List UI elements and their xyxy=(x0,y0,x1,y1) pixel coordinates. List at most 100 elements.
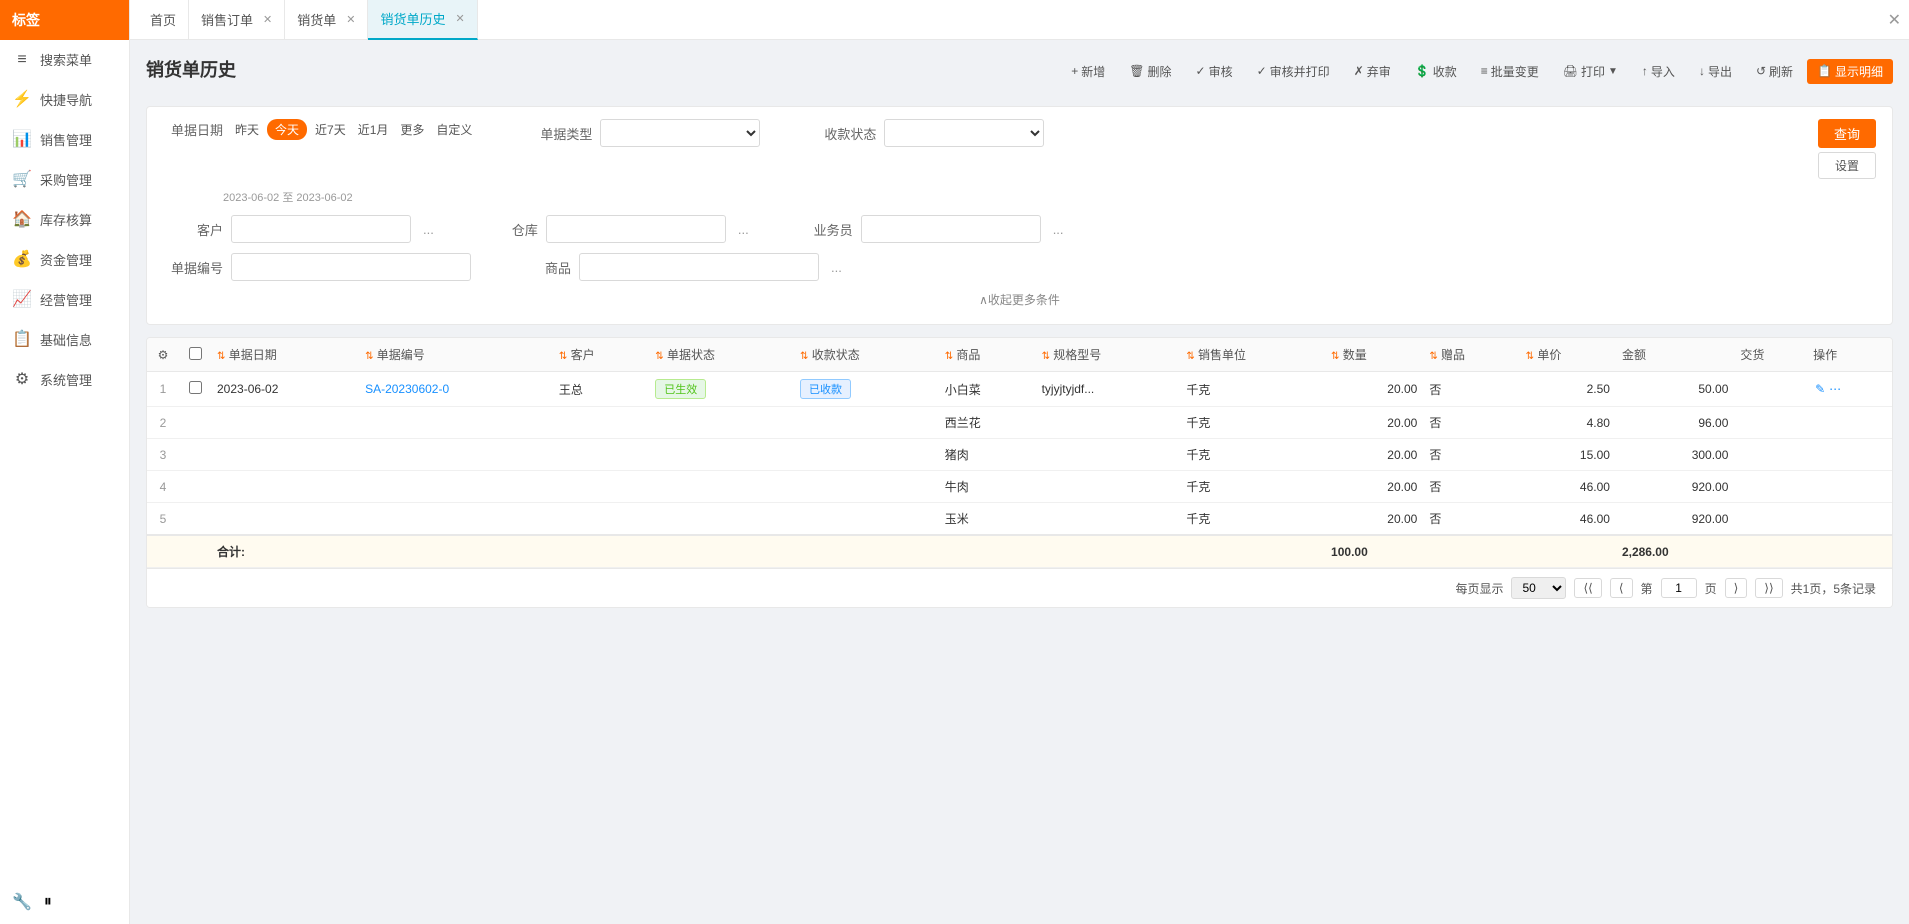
page-number-input[interactable] xyxy=(1661,578,1697,598)
sidebar-item-purchase-mgmt[interactable]: 🛒 采购管理 xyxy=(0,159,129,199)
sidebar-item-operations[interactable]: 📈 经营管理 xyxy=(0,279,129,319)
row-spec xyxy=(1036,407,1181,439)
filter-settings-button[interactable]: 设置 xyxy=(1818,152,1876,179)
sidebar-item-label: 系统管理 xyxy=(40,370,92,389)
row-doc-no: SA-20230602-0 xyxy=(359,372,553,407)
per-page-label: 每页显示 xyxy=(1455,580,1503,597)
sidebar-item-system-mgmt[interactable]: ⚙ 系统管理 xyxy=(0,359,129,399)
tab-home[interactable]: 首页 xyxy=(138,0,189,40)
warehouse-dots[interactable]: ... xyxy=(734,222,753,237)
sidebar-item-finance[interactable]: 💰 资金管理 xyxy=(0,239,129,279)
footer-row: 合计: 100.00 2,286.00 xyxy=(147,535,1892,568)
first-page-btn[interactable]: ⟨⟨ xyxy=(1574,578,1601,598)
import-button[interactable]: ↑ 导入 xyxy=(1632,59,1685,84)
col-settings[interactable]: ⚙ xyxy=(147,338,179,372)
sidebar-item-label: 快捷导航 xyxy=(40,90,92,109)
row-customer xyxy=(553,503,649,536)
row-doc-status xyxy=(649,503,794,536)
sort-icon: ⇅ xyxy=(1331,351,1339,362)
staff-label: 业务员 xyxy=(793,220,853,239)
table-row: 4 牛肉 千克 20.00 否 46.00 920.00 xyxy=(147,471,1892,503)
data-table-container: ⚙ ⇅ 单据日期 ⇅ 单据编号 ⇅ 客户 ⇅ 单据状态 ⇅ 收款状态 ⇅ 商品 … xyxy=(146,337,1893,608)
tab-sales-history-close[interactable]: ✕ xyxy=(456,12,465,25)
col-unit[interactable]: ⇅ 销售单位 xyxy=(1180,338,1325,372)
sidebar-settings-btn[interactable]: 🔧 xyxy=(8,888,36,916)
collect-button[interactable]: 💲 收款 xyxy=(1405,59,1467,84)
delete-button[interactable]: 🗑 删除 xyxy=(1119,59,1181,84)
query-button[interactable]: 查询 xyxy=(1818,119,1876,148)
col-doc-status[interactable]: ⇅ 单据状态 xyxy=(649,338,794,372)
edit-btn[interactable]: ✎ xyxy=(1813,382,1827,396)
prev-page-btn[interactable]: ⟨ xyxy=(1610,578,1633,598)
sidebar-item-sales-mgmt[interactable]: 📊 销售管理 xyxy=(0,119,129,159)
sidebar-item-basic-info[interactable]: 📋 基础信息 xyxy=(0,319,129,359)
sidebar-item-label: 资金管理 xyxy=(40,250,92,269)
audit-button[interactable]: ✓ 审核 xyxy=(1186,59,1243,84)
select-all-checkbox[interactable] xyxy=(189,347,202,360)
col-collect-status[interactable]: ⇅ 收款状态 xyxy=(794,338,939,372)
next-page-btn[interactable]: ⟩ xyxy=(1725,578,1748,598)
row-price: 15.00 xyxy=(1520,439,1616,471)
row-collect-status xyxy=(794,471,939,503)
abandon-button[interactable]: ✗ 弃审 xyxy=(1344,59,1401,84)
tab-sales-order[interactable]: 销售订单 ✕ xyxy=(189,0,285,40)
col-customer[interactable]: ⇅ 客户 xyxy=(553,338,649,372)
more-btn[interactable]: ⋯ xyxy=(1827,382,1843,396)
customer-dots[interactable]: ... xyxy=(419,222,438,237)
basic-info-icon: 📋 xyxy=(12,329,32,349)
date-btn-custom[interactable]: 自定义 xyxy=(432,119,476,140)
date-btn-today[interactable]: 今天 xyxy=(267,119,307,140)
tab-sales-goods[interactable]: 销货单 ✕ xyxy=(285,0,368,40)
row-gift: 否 xyxy=(1423,503,1519,536)
customer-input[interactable] xyxy=(231,215,411,243)
export-button[interactable]: ↓ 导出 xyxy=(1689,59,1742,84)
row-date xyxy=(211,471,359,503)
tab-bar-close-all[interactable]: ✕ xyxy=(1888,10,1901,30)
goods-input[interactable] xyxy=(579,253,819,281)
col-spec[interactable]: ⇅ 规格型号 xyxy=(1036,338,1181,372)
doc-no-link[interactable]: SA-20230602-0 xyxy=(365,382,449,396)
sidebar-pause-btn[interactable]: ⏸ xyxy=(40,888,56,916)
row-select-checkbox[interactable] xyxy=(189,381,202,394)
row-action: ✎⋯ xyxy=(1807,372,1892,407)
sidebar-item-quick-nav[interactable]: ⚡ 快捷导航 xyxy=(0,79,129,119)
last-page-btn[interactable]: ⟩⟩ xyxy=(1755,578,1782,598)
doc-no-input[interactable] xyxy=(231,253,471,281)
import-icon: ↑ xyxy=(1642,64,1648,78)
tab-sales-order-label: 销售订单 xyxy=(201,10,253,29)
sidebar-item-inventory[interactable]: 🏠 库存核算 xyxy=(0,199,129,239)
date-btn-1month[interactable]: 近1月 xyxy=(354,119,393,140)
staff-input[interactable] xyxy=(861,215,1041,243)
tab-sales-history[interactable]: 销货单历史 ✕ xyxy=(368,0,477,40)
row-customer xyxy=(553,407,649,439)
goods-dots[interactable]: ... xyxy=(827,260,846,275)
tab-sales-order-close[interactable]: ✕ xyxy=(263,13,272,26)
refresh-button[interactable]: ↺ 刷新 xyxy=(1746,59,1803,84)
col-price[interactable]: ⇅ 单价 xyxy=(1520,338,1616,372)
col-gift[interactable]: ⇅ 赠品 xyxy=(1423,338,1519,372)
audit-print-button[interactable]: ✓ 审核并打印 xyxy=(1247,59,1340,84)
sidebar-item-search-menu[interactable]: ≡ 搜索菜单 xyxy=(0,40,129,79)
row-checkbox xyxy=(179,407,211,439)
tab-sales-goods-close[interactable]: ✕ xyxy=(346,13,355,26)
date-btn-7days[interactable]: 近7天 xyxy=(311,119,350,140)
staff-dots[interactable]: ... xyxy=(1049,222,1068,237)
warehouse-input[interactable] xyxy=(546,215,726,243)
date-btn-yesterday[interactable]: 昨天 xyxy=(231,119,263,140)
col-qty[interactable]: ⇅ 数量 xyxy=(1325,338,1423,372)
show-detail-button[interactable]: 📋 显示明细 xyxy=(1807,59,1893,84)
per-page-select[interactable]: 50 100 200 xyxy=(1511,577,1566,599)
page-content: 销货单历史 + 新增 🗑 删除 ✓ 审核 ✓ 审核并打印 xyxy=(130,40,1909,924)
date-btn-more[interactable]: 更多 xyxy=(396,119,428,140)
print-button[interactable]: 🖨 打印 ▼ xyxy=(1553,59,1628,84)
doc-no-label: 单据编号 xyxy=(163,258,223,277)
collect-status-select[interactable] xyxy=(884,119,1044,147)
collapse-filter-button[interactable]: ∧ 收起更多条件 xyxy=(163,287,1876,312)
add-button[interactable]: + 新增 xyxy=(1061,59,1115,84)
col-goods[interactable]: ⇅ 商品 xyxy=(939,338,1036,372)
tab-home-label: 首页 xyxy=(150,10,176,29)
batch-change-button[interactable]: ≡ 批量变更 xyxy=(1471,59,1549,84)
col-date[interactable]: ⇅ 单据日期 xyxy=(211,338,359,372)
col-doc-no[interactable]: ⇅ 单据编号 xyxy=(359,338,553,372)
doc-type-select[interactable] xyxy=(600,119,760,147)
